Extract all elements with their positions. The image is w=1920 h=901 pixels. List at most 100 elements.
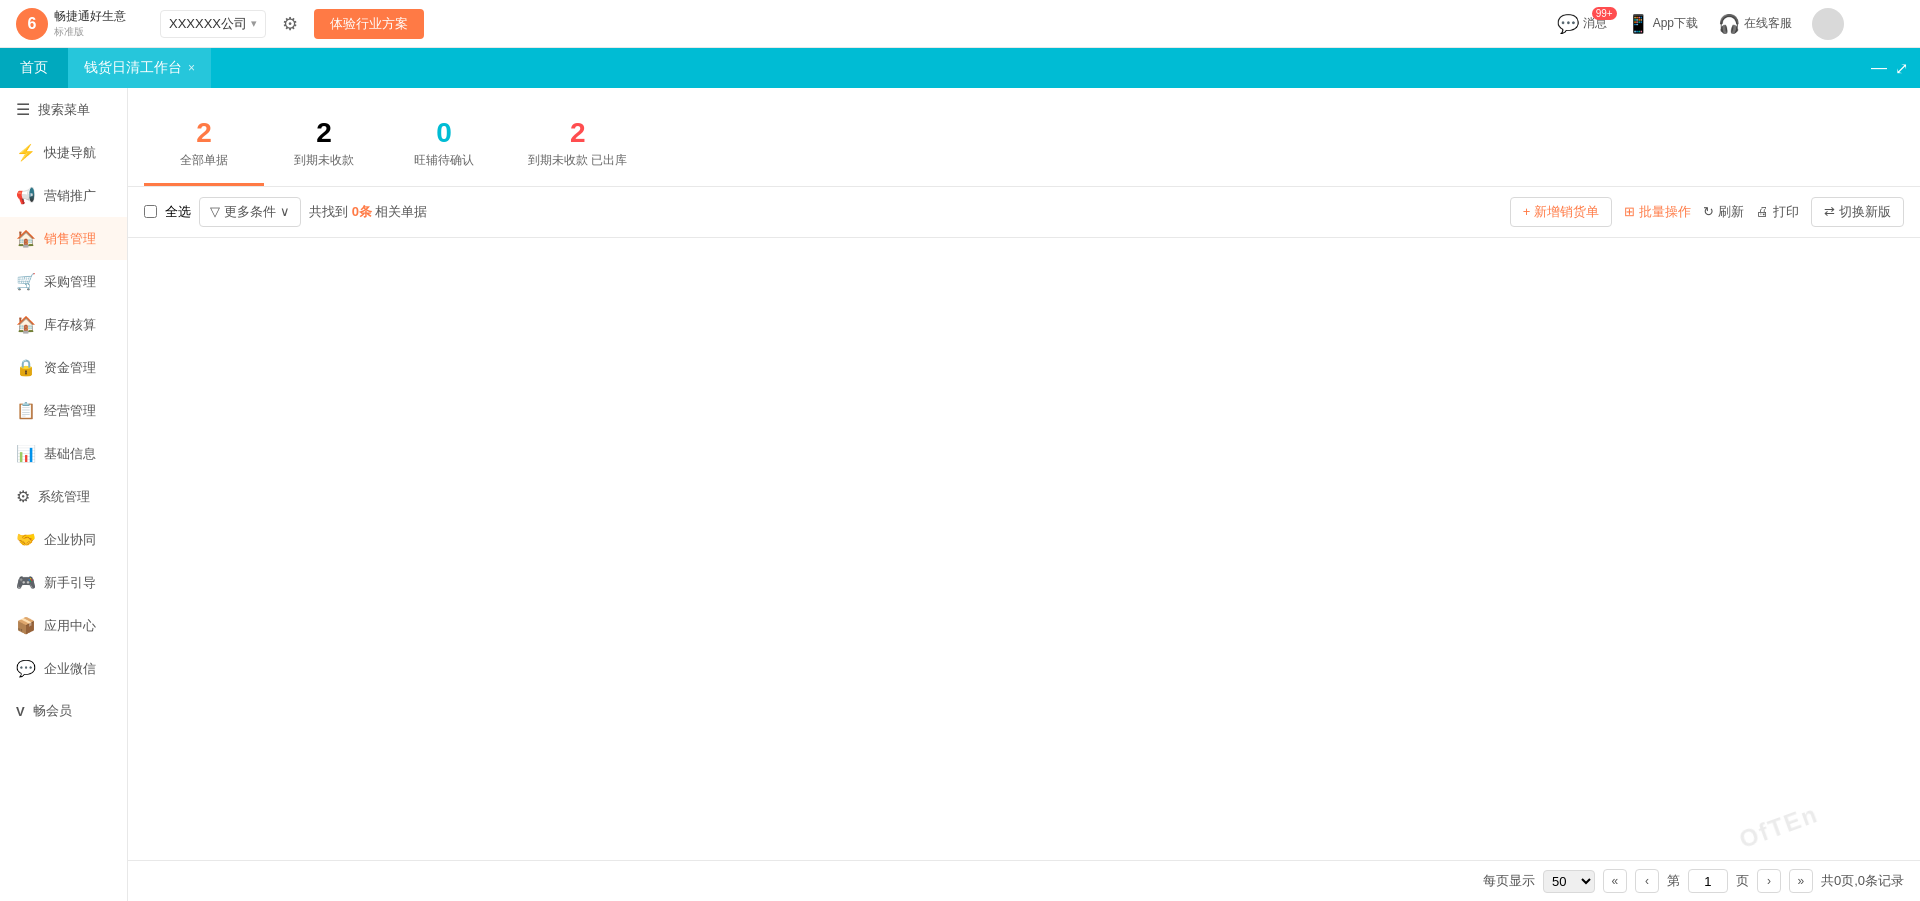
avatar[interactable] xyxy=(1812,8,1844,40)
purchase-icon: 🛒 xyxy=(16,272,36,291)
card-label-pending: 旺辅待确认 xyxy=(408,152,480,169)
sidebar-item-search-menu[interactable]: ☰ 搜索菜单 xyxy=(0,88,127,131)
top-bar-right: 💬 消息 99+ 📱 App下载 🎧 在线客服 xyxy=(1557,8,1904,40)
marketing-icon: 📢 xyxy=(16,186,36,205)
switch-icon: ⇄ xyxy=(1824,204,1835,219)
card-label-all: 全部单据 xyxy=(168,152,240,169)
summary-card-overdue[interactable]: 2 到期未收款 xyxy=(264,104,384,186)
card-num-overdue-out: 2 xyxy=(528,116,627,150)
enterprise-icon: 🤝 xyxy=(16,530,36,549)
select-all-label: 全选 xyxy=(165,203,191,221)
prev-page-button[interactable]: ‹ xyxy=(1635,869,1659,893)
batch-operation-button[interactable]: ⊞ 批量操作 xyxy=(1624,203,1691,221)
service-icon: 🎧 xyxy=(1718,13,1740,35)
select-all-checkbox[interactable] xyxy=(144,205,157,218)
sidebar-item-sales[interactable]: 🏠 销售管理 xyxy=(0,217,127,260)
print-icon: 🖨 xyxy=(1756,204,1769,219)
search-menu-icon: ☰ xyxy=(16,100,30,119)
sidebar-item-quick-nav[interactable]: ⚡ 快捷导航 xyxy=(0,131,127,174)
page-suffix: 页 xyxy=(1736,872,1749,890)
total-label: 共0页,0条记录 xyxy=(1821,872,1904,890)
sidebar-item-beginner[interactable]: 🎮 新手引导 xyxy=(0,561,127,604)
summary-cards: 2 全部单据 2 到期未收款 0 旺辅待确认 2 到期未收款 已出库 xyxy=(128,88,1920,187)
sidebar-item-sys-manage[interactable]: ⚙ 系统管理 xyxy=(0,475,127,518)
app-download-button[interactable]: 📱 App下载 xyxy=(1627,13,1698,35)
message-icon: 💬 xyxy=(1557,13,1579,35)
experience-button[interactable]: 体验行业方案 xyxy=(314,9,424,39)
card-num-overdue: 2 xyxy=(288,116,360,150)
online-service-button[interactable]: 🎧 在线客服 xyxy=(1718,13,1792,35)
refresh-button[interactable]: ↻ 刷新 xyxy=(1703,203,1744,221)
tab-close-button[interactable]: × xyxy=(188,61,195,75)
sidebar-item-member[interactable]: V 畅会员 xyxy=(0,690,127,732)
new-sale-order-button[interactable]: + 新增销货单 xyxy=(1510,197,1612,227)
sidebar: ☰ 搜索菜单 ⚡ 快捷导航 📢 营销推广 🏠 销售管理 🛒 采购管理 🏠 库存核… xyxy=(0,88,128,901)
switch-version-button[interactable]: ⇄ 切换新版 xyxy=(1811,197,1904,227)
message-badge: 99+ xyxy=(1592,7,1617,20)
tab-bar-actions: — ⤢ xyxy=(1871,59,1920,78)
base-info-icon: 📊 xyxy=(16,444,36,463)
sidebar-item-wechat[interactable]: 💬 企业微信 xyxy=(0,647,127,690)
message-button[interactable]: 💬 消息 99+ xyxy=(1557,13,1607,35)
filter-icon: ▽ xyxy=(210,204,220,219)
filter-button[interactable]: ▽ 更多条件 ∨ xyxy=(199,197,301,227)
company-arrow-icon: ▾ xyxy=(251,17,257,30)
summary-card-pending[interactable]: 0 旺辅待确认 xyxy=(384,104,504,186)
sidebar-item-base-info[interactable]: 📊 基础信息 xyxy=(0,432,127,475)
wechat-icon: 💬 xyxy=(16,659,36,678)
card-label-overdue: 到期未收款 xyxy=(288,152,360,169)
tab-active[interactable]: 钱货日清工作台 × xyxy=(68,48,211,88)
inventory-icon: 🏠 xyxy=(16,315,36,334)
sidebar-item-enterprise[interactable]: 🤝 企业协同 xyxy=(0,518,127,561)
top-bar: 6 畅捷通好生意 标准版 XXXXXX公司 ▾ ⚙ 体验行业方案 💬 消息 99… xyxy=(0,0,1920,48)
found-text: 共找到 0条 相关单据 xyxy=(309,203,427,221)
tab-home[interactable]: 首页 xyxy=(0,48,68,88)
next-page-button[interactable]: › xyxy=(1757,869,1781,893)
card-num-all: 2 xyxy=(168,116,240,150)
sys-manage-icon: ⚙ xyxy=(16,487,30,506)
quick-nav-icon: ⚡ xyxy=(16,143,36,162)
table-area xyxy=(128,238,1920,860)
settings-button[interactable]: ⚙ xyxy=(274,8,306,40)
sidebar-item-inventory[interactable]: 🏠 库存核算 xyxy=(0,303,127,346)
summary-card-overdue-out[interactable]: 2 到期未收款 已出库 xyxy=(504,104,651,186)
avatar-name[interactable] xyxy=(1864,8,1904,40)
sidebar-item-operations[interactable]: 📋 经营管理 xyxy=(0,389,127,432)
finance-icon: 🔒 xyxy=(16,358,36,377)
beginner-icon: 🎮 xyxy=(16,573,36,592)
refresh-icon: ↻ xyxy=(1703,204,1714,219)
content-area: 2 全部单据 2 到期未收款 0 旺辅待确认 2 到期未收款 已出库 全选 ▽ … xyxy=(128,88,1920,901)
print-button[interactable]: 🖨 打印 xyxy=(1756,203,1799,221)
tab-maximize-button[interactable]: ⤢ xyxy=(1895,59,1908,78)
sidebar-item-app-center[interactable]: 📦 应用中心 xyxy=(0,604,127,647)
sidebar-item-purchase[interactable]: 🛒 采购管理 xyxy=(0,260,127,303)
per-page-label: 每页显示 xyxy=(1483,872,1535,890)
operations-icon: 📋 xyxy=(16,401,36,420)
batch-icon: ⊞ xyxy=(1624,204,1635,219)
pagination: 每页显示 50 10 20 100 « ‹ 第 页 › » 共0页,0条记录 xyxy=(128,860,1920,901)
logo-text: 畅捷通好生意 标准版 xyxy=(54,9,126,38)
last-page-button[interactable]: » xyxy=(1789,869,1813,893)
logo-area: 6 畅捷通好生意 标准版 xyxy=(16,8,144,40)
summary-card-all[interactable]: 2 全部单据 xyxy=(144,104,264,186)
company-selector[interactable]: XXXXXX公司 ▾ xyxy=(160,10,266,38)
logo-icon: 6 xyxy=(16,8,48,40)
filter-arrow-icon: ∨ xyxy=(280,204,290,219)
member-icon: V xyxy=(16,704,25,719)
app-download-icon: 📱 xyxy=(1627,13,1649,35)
found-count: 0条 xyxy=(352,204,372,219)
card-label-overdue-out: 到期未收款 已出库 xyxy=(528,152,627,169)
card-num-pending: 0 xyxy=(408,116,480,150)
tab-minimize-button[interactable]: — xyxy=(1871,59,1887,78)
page-number-input[interactable] xyxy=(1688,869,1728,893)
sidebar-item-marketing[interactable]: 📢 营销推广 xyxy=(0,174,127,217)
page-label: 第 xyxy=(1667,872,1680,890)
first-page-button[interactable]: « xyxy=(1603,869,1627,893)
toolbar-right: + 新增销货单 ⊞ 批量操作 ↻ 刷新 🖨 打印 ⇄ 切换新版 xyxy=(1510,197,1904,227)
tab-bar: 首页 钱货日清工作台 × — ⤢ xyxy=(0,48,1920,88)
sidebar-item-finance[interactable]: 🔒 资金管理 xyxy=(0,346,127,389)
per-page-select[interactable]: 50 10 20 100 xyxy=(1543,870,1595,893)
toolbar: 全选 ▽ 更多条件 ∨ 共找到 0条 相关单据 + 新增销货单 ⊞ 批量操作 ↻ xyxy=(128,187,1920,238)
sales-icon: 🏠 xyxy=(16,229,36,248)
main-layout: ☰ 搜索菜单 ⚡ 快捷导航 📢 营销推广 🏠 销售管理 🛒 采购管理 🏠 库存核… xyxy=(0,88,1920,901)
